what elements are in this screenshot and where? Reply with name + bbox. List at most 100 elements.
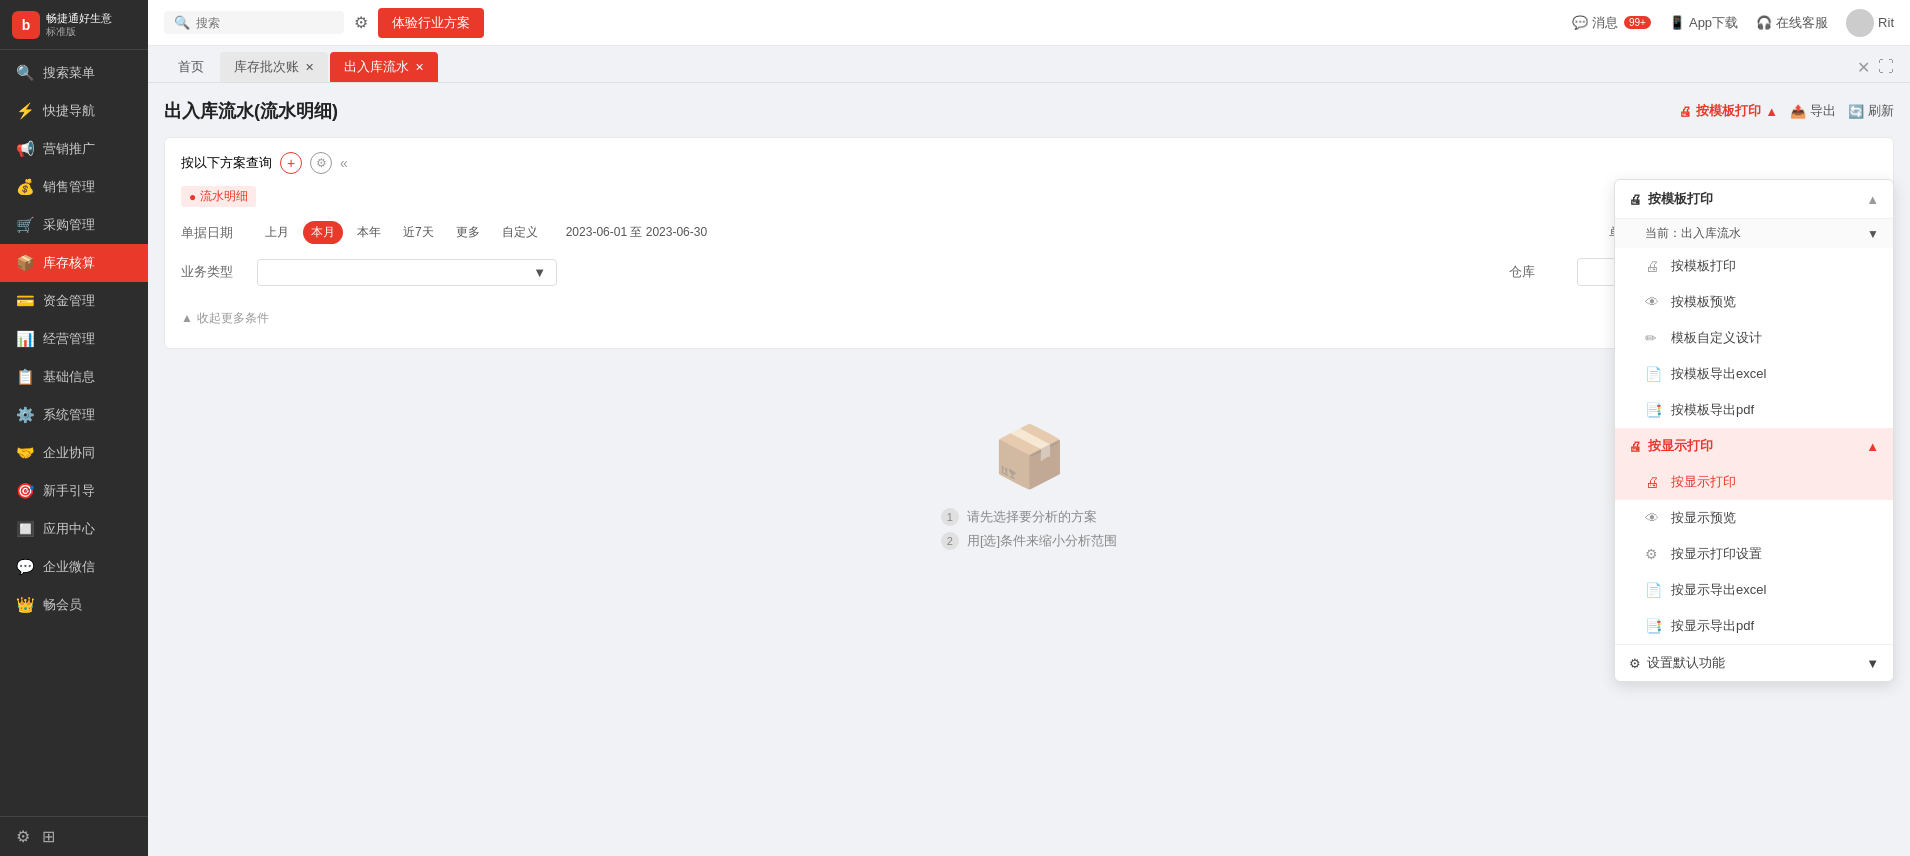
finance-icon: 💳 xyxy=(16,292,35,310)
date-tag-this-month[interactable]: 本月 xyxy=(303,221,343,244)
sidebar-item-finance[interactable]: 💳 资金管理 xyxy=(0,282,148,320)
dropdown-item-print-display[interactable]: 🖨 按显示打印 xyxy=(1615,464,1893,500)
print-template-icon: 🖨 xyxy=(1645,258,1663,274)
step-num-2: 2 xyxy=(941,532,959,550)
tab-flow-close[interactable]: ✕ xyxy=(415,61,424,74)
step-num-1: 1 xyxy=(941,508,959,526)
sidebar-item-member[interactable]: 👑 畅会员 xyxy=(0,586,148,624)
refresh-button[interactable]: 🔄 刷新 xyxy=(1848,102,1894,120)
tab-batch-close[interactable]: ✕ xyxy=(305,61,314,74)
window-maximize-icon[interactable]: ⛶ xyxy=(1878,58,1894,76)
operations-icon: 📊 xyxy=(16,330,35,348)
dropdown-item-print-template[interactable]: 🖨 按模板打印 xyxy=(1615,248,1893,284)
flow-detail-tag[interactable]: ● 流水明细 xyxy=(181,186,256,207)
filter-header-left: 按以下方案查询 + ⚙ « xyxy=(181,152,348,174)
app-download-icon: 📱 xyxy=(1669,15,1685,30)
quick-nav-icon: ⚡ xyxy=(16,102,35,120)
pdf-template-icon: 📑 xyxy=(1645,402,1663,418)
current-template-item: 当前：出入库流水 ▼ xyxy=(1615,219,1893,248)
dropdown-footer-default[interactable]: ⚙ 设置默认功能 ▼ xyxy=(1615,644,1893,681)
filter-collapse-icon[interactable]: « xyxy=(340,155,348,171)
dropdown-item-design-template[interactable]: ✏ 模板自定义设计 xyxy=(1615,320,1893,356)
warehouse-label: 仓库 xyxy=(1509,263,1569,281)
filter-add-button[interactable]: + xyxy=(280,152,302,174)
tabbar: 首页 库存批次账 ✕ 出入库流水 ✕ ✕ ⛶ xyxy=(148,46,1910,83)
sidebar-item-wechat[interactable]: 💬 企业微信 xyxy=(0,548,148,586)
sidebar-bottom: ⚙ ⊞ xyxy=(0,816,148,856)
message-button[interactable]: 💬 消息 99+ xyxy=(1572,14,1651,32)
date-tag-custom[interactable]: 自定义 xyxy=(494,221,546,244)
date-tag-this-year[interactable]: 本年 xyxy=(349,221,389,244)
business-type-select[interactable]: ▼ xyxy=(257,259,557,286)
business-type-label: 业务类型 xyxy=(181,263,241,281)
sidebar-item-sales[interactable]: 💰 销售管理 xyxy=(0,168,148,206)
dropdown-item-export-pdf-display[interactable]: 📑 按显示导出pdf xyxy=(1615,608,1893,644)
tab-batch[interactable]: 库存批次账 ✕ xyxy=(220,52,328,82)
topbar-gear-icon[interactable]: ⚙ xyxy=(354,13,368,32)
export-icon: 📤 xyxy=(1790,104,1806,119)
sidebar-item-search[interactable]: 🔍 搜索菜单 xyxy=(0,54,148,92)
filter-setting-button[interactable]: ⚙ xyxy=(310,152,332,174)
app-download-button[interactable]: 📱 App下载 xyxy=(1669,14,1738,32)
dropdown-item-export-excel-display[interactable]: 📄 按显示导出excel xyxy=(1615,572,1893,608)
sidebar-item-collab[interactable]: 🤝 企业协同 xyxy=(0,434,148,472)
print-template-dropdown-button[interactable]: 🖨 按模板打印 ▲ xyxy=(1679,102,1778,120)
refresh-icon: 🔄 xyxy=(1848,104,1864,119)
search-input[interactable] xyxy=(196,16,316,30)
date-range-value: 2023-06-01 至 2023-06-30 xyxy=(566,224,707,241)
dropdown-item-print-settings-display[interactable]: ⚙ 按显示打印设置 xyxy=(1615,536,1893,572)
sidebar-item-basics[interactable]: 📋 基础信息 xyxy=(0,358,148,396)
chevron-up-icon: ▲ xyxy=(1765,104,1778,119)
chevron-down-current-icon: ▼ xyxy=(1867,227,1879,241)
settings-footer-icon: ⚙ xyxy=(1629,656,1641,671)
print-template-header-icon: 🖨 xyxy=(1629,192,1642,207)
excel-template-icon: 📄 xyxy=(1645,366,1663,382)
date-tag-more[interactable]: 更多 xyxy=(448,221,488,244)
chevron-down-footer-icon: ▼ xyxy=(1866,656,1879,671)
user-avatar-button[interactable]: Rit xyxy=(1846,9,1894,37)
chevron-up-icon-2: ▲ xyxy=(181,311,193,325)
sidebar-item-purchase[interactable]: 🛒 采购管理 xyxy=(0,206,148,244)
page-header: 出入库流水(流水明细) 🖨 按模板打印 ▲ 📤 导出 🔄 刷新 xyxy=(164,99,1894,123)
logo-text: 畅捷通好生意 标准版 xyxy=(46,11,112,38)
content-area: 出入库流水(流水明细) 🖨 按模板打印 ▲ 📤 导出 🔄 刷新 xyxy=(148,83,1910,856)
dropdown-header[interactable]: 🖨 按模板打印 ▲ xyxy=(1615,180,1893,219)
date-tag-last-month[interactable]: 上月 xyxy=(257,221,297,244)
sidebar-item-inventory[interactable]: 📦 库存核算 xyxy=(0,244,148,282)
chevron-down-icon-2: ▼ xyxy=(533,265,546,280)
window-controls: ✕ ⛶ xyxy=(1857,58,1894,77)
dropdown-item-preview-display[interactable]: 👁 按显示预览 xyxy=(1615,500,1893,536)
topbar-search-box[interactable]: 🔍 xyxy=(164,11,344,34)
online-service-button[interactable]: 🎧 在线客服 xyxy=(1756,14,1828,32)
dropdown-item-export-excel-template[interactable]: 📄 按模板导出excel xyxy=(1615,356,1893,392)
sidebar-item-marketing[interactable]: 📢 营销推广 xyxy=(0,130,148,168)
date-label: 单据日期 xyxy=(181,224,241,242)
sidebar-item-quick-nav[interactable]: ⚡ 快捷导航 xyxy=(0,92,148,130)
appstore-icon: 🔲 xyxy=(16,520,35,538)
dropdown-item-preview-template[interactable]: 👁 按模板预览 xyxy=(1615,284,1893,320)
collapse-icon[interactable]: ⊞ xyxy=(42,827,55,846)
sidebar: b 畅捷通好生意 标准版 🔍 搜索菜单 ⚡ 快捷导航 📢 营销推广 💰 销售管理… xyxy=(0,0,148,856)
tab-flow[interactable]: 出入库流水 ✕ xyxy=(330,52,438,82)
chevron-up-sub-icon: ▲ xyxy=(1866,439,1879,454)
sidebar-item-operations[interactable]: 📊 经营管理 xyxy=(0,320,148,358)
industry-solution-button[interactable]: 体验行业方案 xyxy=(378,8,484,38)
export-button[interactable]: 📤 导出 xyxy=(1790,102,1836,120)
window-minimize-icon[interactable]: ✕ xyxy=(1857,58,1870,77)
sidebar-item-appstore[interactable]: 🔲 应用中心 xyxy=(0,510,148,548)
marketing-icon: 📢 xyxy=(16,140,35,158)
filter-header: 按以下方案查询 + ⚙ « xyxy=(181,152,1877,174)
settings-bottom-icon[interactable]: ⚙ xyxy=(16,827,30,846)
date-tag-7days[interactable]: 近7天 xyxy=(395,221,442,244)
collapse-button[interactable]: ▲ 收起更多条件 xyxy=(181,302,269,334)
preview-display-icon: 👁 xyxy=(1645,510,1663,526)
sidebar-item-guide[interactable]: 🎯 新手引导 xyxy=(0,472,148,510)
sales-icon: 💰 xyxy=(16,178,35,196)
member-icon: 👑 xyxy=(16,596,35,614)
collab-icon: 🤝 xyxy=(16,444,35,462)
sidebar-item-system[interactable]: ⚙️ 系统管理 xyxy=(0,396,148,434)
display-print-sub-icon: 🖨 xyxy=(1629,439,1642,454)
display-print-sub-header[interactable]: 🖨 按显示打印 ▲ xyxy=(1615,428,1893,464)
dropdown-item-export-pdf-template[interactable]: 📑 按模板导出pdf xyxy=(1615,392,1893,428)
tab-home[interactable]: 首页 xyxy=(164,52,218,82)
